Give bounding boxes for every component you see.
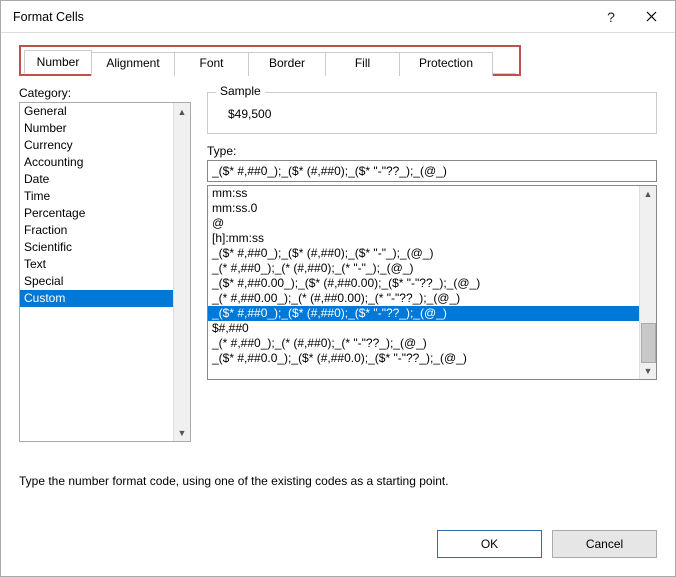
tab-number[interactable]: Number (24, 50, 92, 74)
ok-button[interactable]: OK (437, 530, 542, 558)
tab-alignment[interactable]: Alignment (91, 52, 175, 76)
type-list-item[interactable]: mm:ss.0 (208, 201, 639, 216)
category-item[interactable]: Currency (20, 137, 173, 154)
type-list-item[interactable]: mm:ss (208, 186, 639, 201)
scroll-up-icon[interactable]: ▲ (174, 103, 190, 120)
category-item[interactable]: Number (20, 120, 173, 137)
type-list-item[interactable]: @ (208, 216, 639, 231)
type-label: Type: (207, 144, 657, 158)
category-item[interactable]: Time (20, 188, 173, 205)
cancel-button[interactable]: Cancel (552, 530, 657, 558)
format-cells-dialog: Format Cells ? Number Alignment Font Bor… (0, 0, 676, 577)
sample-legend: Sample (216, 84, 265, 98)
category-item[interactable]: Special (20, 273, 173, 290)
type-list-item[interactable]: _(* #,##0_);_(* (#,##0);_(* "-"??_);_(@_… (208, 336, 639, 351)
type-list-item[interactable]: [h]:mm:ss (208, 231, 639, 246)
type-list-item[interactable]: _(* #,##0.00_);_(* (#,##0.00);_(* "-"??_… (208, 291, 639, 306)
tab-protection[interactable]: Protection (399, 52, 493, 76)
type-list-item[interactable]: _($* #,##0.0_);_($* (#,##0.0);_($* "-"??… (208, 351, 639, 366)
type-input[interactable] (207, 160, 657, 182)
type-list-item[interactable]: _($* #,##0.00_);_($* (#,##0.00);_($* "-"… (208, 276, 639, 291)
hint-text: Type the number format code, using one o… (19, 474, 657, 488)
type-scrollbar[interactable]: ▲ ▼ (639, 186, 656, 379)
type-listbox[interactable]: mm:ssmm:ss.0@[h]:mm:ss_($* #,##0_);_($* … (207, 185, 657, 380)
category-item[interactable]: Date (20, 171, 173, 188)
category-label: Category: (19, 86, 191, 100)
titlebar: Format Cells ? (1, 1, 675, 33)
category-item[interactable]: General (20, 103, 173, 120)
window-title: Format Cells (13, 10, 591, 24)
tab-fill[interactable]: Fill (325, 52, 400, 76)
category-item[interactable]: Accounting (20, 154, 173, 171)
scroll-up-icon[interactable]: ▲ (640, 186, 656, 203)
category-listbox[interactable]: GeneralNumberCurrencyAccountingDateTimeP… (19, 102, 191, 442)
dialog-buttons: OK Cancel (1, 514, 675, 576)
tab-border[interactable]: Border (248, 52, 326, 76)
close-button[interactable] (631, 3, 671, 31)
category-scrollbar[interactable]: ▲ ▼ (173, 103, 190, 441)
category-item[interactable]: Percentage (20, 205, 173, 222)
tabs: Number Alignment Font Border Fill Protec… (24, 50, 516, 74)
scroll-down-icon[interactable]: ▼ (174, 424, 190, 441)
type-list-item[interactable]: _($* #,##0_);_($* (#,##0);_($* "-"_);_(@… (208, 246, 639, 261)
sample-groupbox: Sample $49,500 (207, 92, 657, 134)
help-button[interactable]: ? (591, 3, 631, 31)
category-item[interactable]: Text (20, 256, 173, 273)
scroll-down-icon[interactable]: ▼ (640, 363, 656, 380)
tab-font[interactable]: Font (174, 52, 249, 76)
sample-value: $49,500 (222, 107, 642, 121)
type-list-item[interactable]: _(* #,##0_);_(* (#,##0);_(* "-"_);_(@_) (208, 261, 639, 276)
tabs-highlight-box: Number Alignment Font Border Fill Protec… (19, 45, 521, 76)
category-item[interactable]: Scientific (20, 239, 173, 256)
type-list-item[interactable]: _($* #,##0_);_($* (#,##0);_($* "-"??_);_… (208, 306, 639, 321)
category-item[interactable]: Fraction (20, 222, 173, 239)
category-item[interactable]: Custom (20, 290, 173, 307)
scrollbar-thumb[interactable] (641, 323, 656, 363)
type-list-item[interactable]: $#,##0 (208, 321, 639, 336)
close-icon (646, 11, 657, 22)
